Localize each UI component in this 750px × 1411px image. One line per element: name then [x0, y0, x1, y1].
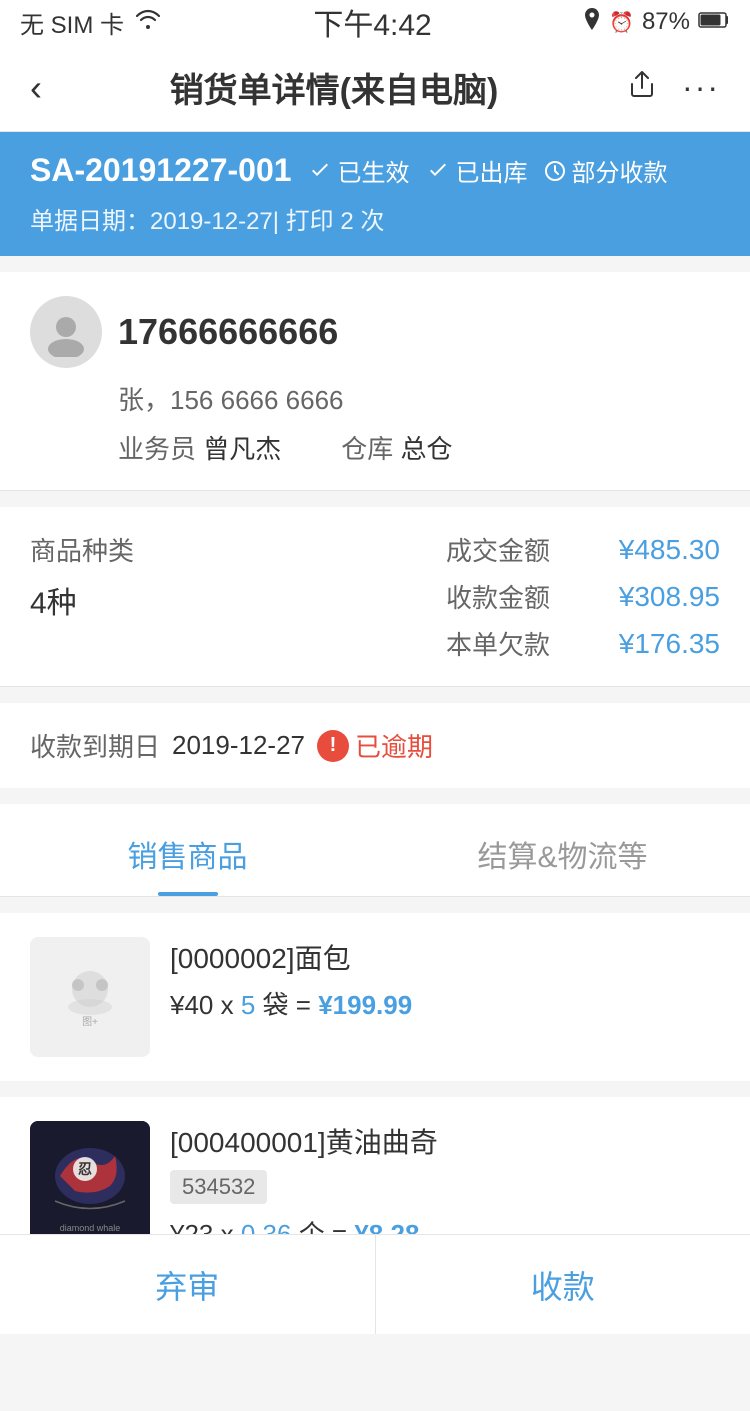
battery-icon: [698, 8, 730, 36]
customer-name: 张，156 6666 6666: [118, 380, 720, 417]
product-tag: 534532: [170, 1170, 267, 1204]
product-price-row: ¥40 x 5 袋 = ¥199.99: [170, 985, 720, 1022]
product-card: 图+ [0000002]面包 ¥40 x 5 袋 = ¥199.99: [0, 913, 750, 1081]
collected-label: 收款金额: [446, 578, 550, 615]
alarm-icon: ⏰: [609, 10, 634, 35]
deal-value: ¥485.30: [580, 534, 720, 566]
separator2: [0, 686, 750, 687]
svg-text:忍: 忍: [78, 1161, 92, 1177]
status-bar-right: ⏰ 87%: [583, 8, 730, 37]
customer-phone: 17666666666: [118, 311, 338, 353]
overdue-icon: !: [317, 730, 349, 762]
tab-settle-logistics[interactable]: 结算&物流等: [375, 804, 750, 896]
debt-label: 本单欠款: [446, 625, 550, 662]
collect-button[interactable]: 收款: [376, 1235, 750, 1334]
deal-label: 成交金额: [446, 531, 550, 568]
svg-text:图+: 图+: [82, 1016, 98, 1028]
more-button[interactable]: ···: [682, 69, 720, 106]
status-bar-left: 无 SIM 卡: [20, 5, 162, 40]
debt-value: ¥176.35: [580, 628, 720, 660]
product-thumbnail: 忍 diamond whale: [30, 1121, 150, 1241]
product-type-stats: 商品种类 4种: [30, 531, 134, 622]
avatar: [30, 296, 102, 368]
product-info: [000400001]黄油曲奇 534532 ¥23 x 0.36 个 = ¥8…: [170, 1121, 720, 1251]
total-value: ¥199.99: [318, 990, 412, 1020]
stats-section: 商品种类 4种 成交金额 ¥485.30 收款金额 ¥308.95 本单欠款 ¥…: [0, 507, 750, 686]
collected-value: ¥308.95: [580, 581, 720, 613]
product-thumbnail: 图+: [30, 937, 150, 1057]
share-button[interactable]: [626, 67, 658, 109]
svg-text:diamond whale: diamond whale: [60, 1223, 121, 1233]
due-date-section: 收款到期日 2019-12-27 ! 已逾期: [0, 703, 750, 788]
product-name: [000400001]黄油曲奇: [170, 1121, 720, 1161]
status-bar: 无 SIM 卡 下午4:42 ⏰ 87%: [0, 0, 750, 44]
reject-button[interactable]: 弃审: [0, 1235, 376, 1334]
customer-meta: 业务员 曾凡杰 仓库 总仓: [118, 429, 720, 466]
separator1: [0, 490, 750, 491]
qty-value: 5: [241, 990, 255, 1020]
tabs-row: 销售商品 结算&物流等: [0, 804, 750, 896]
status-shipped: 已出库: [426, 153, 528, 188]
location-icon: [583, 8, 601, 37]
warehouse-label: 仓库 总仓: [341, 429, 452, 466]
overdue-text: 已逾期: [355, 727, 433, 764]
order-id: SA-20191227-001: [30, 152, 292, 189]
overdue-badge: ! 已逾期: [317, 727, 433, 764]
salesman-label: 业务员 曾凡杰: [118, 429, 281, 466]
status-partial: 部分收款: [544, 153, 668, 188]
order-date-info: 单据日期：2019-12-27| 打印 2 次: [30, 201, 720, 236]
bottom-bar: 弃审 收款: [0, 1234, 750, 1334]
price-qty: ¥40 x 5 袋 = ¥199.99: [170, 990, 412, 1020]
due-label: 收款到期日: [30, 727, 160, 764]
page-title: 销货单详情(来自电脑): [170, 63, 499, 112]
due-date: 2019-12-27: [172, 730, 305, 761]
product-info: [0000002]面包 ¥40 x 5 袋 = ¥199.99: [170, 937, 720, 1022]
battery-label: 87%: [642, 8, 690, 36]
wifi-icon: [134, 8, 162, 36]
nav-bar: ‹ 销货单详情(来自电脑) ···: [0, 44, 750, 132]
type-count: 4种: [30, 578, 134, 622]
back-button[interactable]: ‹: [30, 67, 42, 109]
order-header-banner: SA-20191227-001 已生效 已出库 部分收款 单据日期：2019-1…: [0, 132, 750, 256]
customer-section: 17666666666 张，156 6666 6666 业务员 曾凡杰 仓库 总…: [0, 272, 750, 490]
nav-actions: ···: [626, 67, 720, 109]
status-effective: 已生效: [308, 153, 410, 188]
tabs-section: 销售商品 结算&物流等: [0, 804, 750, 897]
product-name: [0000002]面包: [170, 937, 720, 977]
financial-stats: 成交金额 ¥485.30 收款金额 ¥308.95 本单欠款 ¥176.35: [446, 531, 720, 662]
tab-sales-product[interactable]: 销售商品: [0, 804, 375, 896]
time-display: 下午4:42: [313, 0, 431, 44]
type-label: 商品种类: [30, 531, 134, 568]
carrier-label: 无 SIM 卡: [20, 5, 124, 40]
